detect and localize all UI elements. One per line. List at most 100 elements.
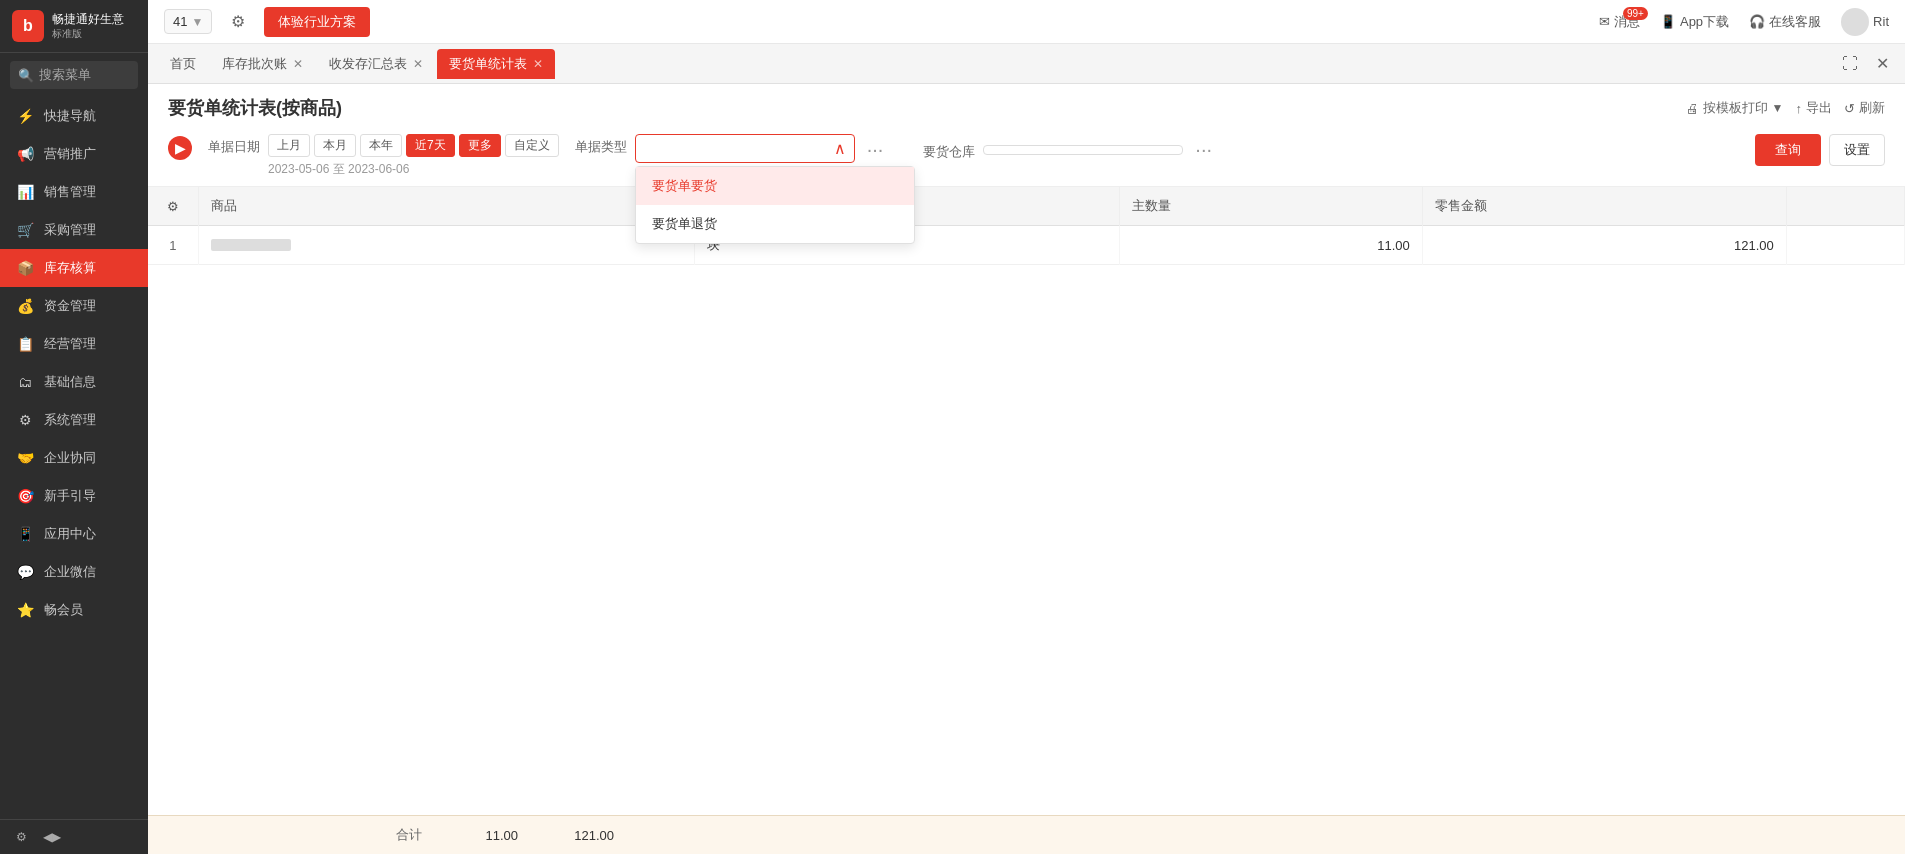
date-btn-custom[interactable]: 自定义: [505, 134, 559, 157]
sidebar-collapse-btn[interactable]: ◀▶: [43, 830, 61, 844]
col-settings[interactable]: ⚙: [148, 187, 198, 226]
print-chevron-icon: ▼: [1772, 101, 1784, 115]
filter-bar: ▶ 单据日期 上月 本月 本年 近7天 更多 自定义 2023-05-06 至 …: [148, 126, 1905, 187]
store-selector[interactable]: 41 ▼: [164, 9, 212, 34]
sidebar-item-newbie[interactable]: 🎯 新手引导: [0, 477, 148, 515]
sidebar-item-label: 企业协同: [44, 449, 96, 467]
sidebar-item-finance[interactable]: 💰 资金管理: [0, 287, 148, 325]
date-btn-7days[interactable]: 近7天: [406, 134, 455, 157]
query-btn[interactable]: 查询: [1755, 134, 1821, 166]
sidebar-item-quick-nav[interactable]: ⚡ 快捷导航: [0, 97, 148, 135]
warehouse-select[interactable]: [983, 145, 1183, 155]
date-btn-more[interactable]: 更多: [459, 134, 501, 157]
brand-sub: 标准版: [52, 27, 124, 41]
system-icon: ⚙: [16, 411, 34, 429]
sidebar-item-label: 应用中心: [44, 525, 96, 543]
type-filter-group: 单据类型 ∧ 要货单要货 要货单退货 ···: [575, 134, 888, 165]
page-title: 要货单统计表(按商品): [168, 96, 342, 120]
topbar-right: ✉ 消息 99+ 📱 App下载 🎧 在线客服 Rit: [1599, 8, 1889, 36]
print-btn[interactable]: 🖨 按模板打印 ▼: [1686, 99, 1784, 117]
sidebar-item-label: 快捷导航: [44, 107, 96, 125]
footer-total-quantity: 11.00: [438, 828, 518, 843]
type-filter-input[interactable]: [644, 141, 834, 156]
sidebar-settings-btn[interactable]: ⚙: [16, 830, 27, 844]
tab-expand-btn[interactable]: ⛶: [1837, 51, 1863, 77]
tab-order-stats[interactable]: 要货单统计表 ✕: [437, 49, 555, 79]
export-label: 导出: [1806, 99, 1832, 117]
trial-btn[interactable]: 体验行业方案: [264, 7, 370, 37]
tab-inventory-batch[interactable]: 库存批次账 ✕: [210, 49, 315, 79]
marketing-icon: 📢: [16, 145, 34, 163]
type-filter-chevron-icon[interactable]: ∧: [834, 139, 846, 158]
tab-close-icon[interactable]: ✕: [533, 57, 543, 71]
footer-total-amount: 121.00: [534, 828, 614, 843]
dropdown-item-return[interactable]: 要货单退货: [636, 205, 914, 243]
date-range-text: 2023-05-06 至 2023-06-06: [268, 161, 559, 178]
sidebar-item-label: 采购管理: [44, 221, 96, 239]
sidebar-item-purchase[interactable]: 🛒 采购管理: [0, 211, 148, 249]
warehouse-filter: 要货仓库 ···: [923, 134, 1216, 165]
tab-close-icon[interactable]: ✕: [293, 57, 303, 71]
table-row: 1 块 11.00 121.00: [148, 226, 1905, 265]
topbar-settings-btn[interactable]: ⚙: [224, 8, 252, 36]
sidebar-search[interactable]: 🔍 搜索菜单: [10, 61, 138, 89]
headset-icon: 🎧: [1749, 14, 1765, 29]
date-filter-label: 单据日期: [208, 134, 260, 156]
filter-expand-btn[interactable]: ▶: [168, 136, 192, 160]
cell-quantity: 11.00: [1120, 226, 1423, 265]
app-download-label: App下载: [1680, 13, 1729, 31]
sidebar-item-label: 系统管理: [44, 411, 96, 429]
brand-name: 畅捷通好生意: [52, 11, 124, 28]
sidebar-item-label: 企业微信: [44, 563, 96, 581]
warehouse-filter-more-btn[interactable]: ···: [1191, 134, 1216, 165]
refresh-btn[interactable]: ↺ 刷新: [1844, 99, 1885, 117]
table-container: ⚙ 商品 主计量单位 主数量 零售金额 1 块: [148, 187, 1905, 815]
sidebar-item-sales[interactable]: 📊 销售管理: [0, 173, 148, 211]
tab-receive-summary[interactable]: 收发存汇总表 ✕: [317, 49, 435, 79]
store-selector-chevron: ▼: [191, 15, 203, 29]
wechat-icon: 💬: [16, 563, 34, 581]
sidebar-item-operation[interactable]: 📋 经营管理: [0, 325, 148, 363]
sidebar-item-wechat[interactable]: 💬 企业微信: [0, 553, 148, 591]
user-name: Rit: [1873, 14, 1889, 29]
dropdown-item-order[interactable]: 要货单要货: [636, 167, 914, 205]
sidebar-item-app-center[interactable]: 📱 应用中心: [0, 515, 148, 553]
newbie-icon: 🎯: [16, 487, 34, 505]
user-menu-btn[interactable]: Rit: [1841, 8, 1889, 36]
operation-icon: 📋: [16, 335, 34, 353]
membership-icon: ⭐: [16, 601, 34, 619]
col-amount: 零售金额: [1422, 187, 1786, 226]
app-download-btn[interactable]: 📱 App下载: [1660, 13, 1729, 31]
sidebar-bottom: ⚙ ◀▶: [0, 819, 148, 854]
tab-close-icon[interactable]: ✕: [413, 57, 423, 71]
export-icon: ↑: [1796, 101, 1803, 116]
tab-home[interactable]: 首页: [158, 49, 208, 79]
table-footer: 合计 11.00 121.00: [148, 815, 1905, 854]
sidebar-item-membership[interactable]: ⭐ 畅会员: [0, 591, 148, 629]
tab-close-all-btn[interactable]: ✕: [1869, 51, 1895, 77]
app-download-icon: 📱: [1660, 14, 1676, 29]
filter-settings-btn[interactable]: 设置: [1829, 134, 1885, 166]
tabs-right: ⛶ ✕: [1837, 51, 1895, 77]
sidebar-item-system[interactable]: ⚙ 系统管理: [0, 401, 148, 439]
messages-btn[interactable]: ✉ 消息 99+: [1599, 13, 1640, 31]
date-filter-group: 单据日期 上月 本月 本年 近7天 更多 自定义 2023-05-06 至 20…: [208, 134, 559, 178]
app-center-icon: 📱: [16, 525, 34, 543]
sidebar-item-label: 经营管理: [44, 335, 96, 353]
sidebar-item-inventory[interactable]: 📦 库存核算: [0, 249, 148, 287]
type-filter-more-btn[interactable]: ···: [863, 134, 888, 165]
sidebar-item-basic[interactable]: 🗂 基础信息: [0, 363, 148, 401]
online-service-btn[interactable]: 🎧 在线客服: [1749, 13, 1821, 31]
page-actions: 🖨 按模板打印 ▼ ↑ 导出 ↺ 刷新: [1686, 99, 1885, 117]
date-btn-this-year[interactable]: 本年: [360, 134, 402, 157]
type-filter-select[interactable]: ∧: [635, 134, 855, 163]
sidebar-item-enterprise[interactable]: 🤝 企业协同: [0, 439, 148, 477]
date-btn-last-month[interactable]: 上月: [268, 134, 310, 157]
search-label: 搜索菜单: [39, 66, 91, 84]
export-btn[interactable]: ↑ 导出: [1796, 99, 1833, 117]
date-btn-this-month[interactable]: 本月: [314, 134, 356, 157]
sidebar-item-marketing[interactable]: 📢 营销推广: [0, 135, 148, 173]
tab-label: 库存批次账: [222, 55, 287, 73]
refresh-icon: ↺: [1844, 101, 1855, 116]
topbar: 41 ▼ ⚙ 体验行业方案 ✉ 消息 99+ 📱 App下载 🎧 在线客服 R: [148, 0, 1905, 44]
